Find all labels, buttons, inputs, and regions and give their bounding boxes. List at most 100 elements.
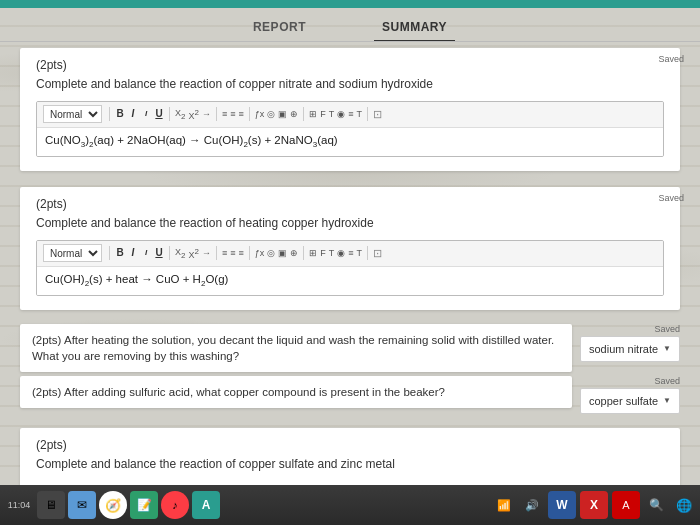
list-btn-1[interactable]: ≡ (347, 109, 354, 119)
dq2-points: (2pts) (32, 386, 61, 398)
editor-1-toolbar: Normal B I I U X2 X2 → ≡ ≡ (37, 102, 663, 128)
text-btn-1[interactable]: T (328, 109, 336, 119)
saved-badge-dq2: Saved (654, 376, 680, 386)
taskbar-acrobat-icon[interactable]: A (612, 491, 640, 519)
embed-btn-1[interactable]: ⊕ (289, 109, 299, 119)
divider-10 (249, 246, 250, 260)
radio-btn-1[interactable]: ◉ (336, 109, 346, 119)
align-center-1[interactable]: ≡ (229, 109, 236, 119)
table-btn-1[interactable]: ⊞ (308, 109, 318, 119)
formula-btn-2[interactable]: ƒx (254, 248, 266, 258)
divider-8 (169, 246, 170, 260)
taskbar-icon-notes[interactable]: 📝 (130, 491, 158, 519)
divider-3 (216, 107, 217, 121)
align-center-2[interactable]: ≡ (229, 248, 236, 258)
nav-tabs: REPORT SUMMARY (0, 8, 700, 42)
divider-11 (303, 246, 304, 260)
align-left-2[interactable]: ≡ (221, 248, 228, 258)
taskbar-search-icon[interactable]: 🔍 (644, 491, 668, 519)
align-left-1[interactable]: ≡ (221, 109, 228, 119)
last-question-box: (2pts) Complete and balance the reaction… (20, 428, 680, 485)
underline-btn-2[interactable]: U (153, 248, 165, 258)
link-btn-1[interactable]: ◎ (266, 109, 276, 119)
taskbar-right: 📶 🔊 W X A 🔍 🌐 (492, 491, 696, 519)
dq1-points: (2pts) (32, 334, 61, 346)
table-group-2: ⊞ F T ◉ ≡ T (308, 248, 363, 258)
table-btn-2[interactable]: ⊞ (308, 248, 318, 258)
superscript-btn-2[interactable]: X2 (187, 247, 199, 260)
list-btn-2[interactable]: ≡ (347, 248, 354, 258)
editor-2-toolbar: Normal B I I U X2 X2 → ≡ ≡ (37, 241, 663, 267)
taskbar-icon-finder[interactable]: 🖥 (37, 491, 65, 519)
taskbar-time: 11:04 (4, 500, 34, 510)
subscript-btn-1[interactable]: X2 (174, 108, 186, 121)
taskbar-x-icon[interactable]: X (580, 491, 608, 519)
subscript-btn-2[interactable]: X2 (174, 247, 186, 260)
misc-group-2: ƒx ◎ ▣ ⊕ (254, 248, 300, 258)
italic-btn-1[interactable]: I (127, 109, 139, 119)
tab-report[interactable]: REPORT (245, 16, 314, 42)
taskbar-wifi-icon[interactable]: 📶 (492, 491, 516, 519)
font-btn-2[interactable]: F (319, 248, 327, 258)
expand-btn-2[interactable]: ⊡ (372, 247, 383, 260)
editor-1-content[interactable]: Cu(NO3)2(aq) + 2NaOH(aq) → Cu(OH)2(s) + … (37, 128, 663, 156)
taskbar-icon-app[interactable]: A (192, 491, 220, 519)
table-group-1: ⊞ F T ◉ ≡ T (308, 109, 363, 119)
taskbar-volume-icon[interactable]: 🔊 (520, 491, 544, 519)
saved-badge-1: Saved (658, 54, 684, 64)
text-btn-2[interactable]: T (328, 248, 336, 258)
radio-btn-2[interactable]: ◉ (336, 248, 346, 258)
style-select-1[interactable]: Normal (43, 105, 102, 123)
misc-group-1: ƒx ◎ ▣ ⊕ (254, 109, 300, 119)
taskbar-word-icon[interactable]: W (548, 491, 576, 519)
embed-btn-2[interactable]: ⊕ (289, 248, 299, 258)
dq1-answer: sodium nitrate (589, 343, 658, 355)
bold-btn-1[interactable]: B (114, 109, 126, 119)
expand-btn-1[interactable]: ⊡ (372, 108, 383, 121)
divider-1 (109, 107, 110, 121)
taskbar-icon-safari[interactable]: 🧭 (99, 491, 127, 519)
align-right-2[interactable]: ≡ (237, 248, 244, 258)
question-2-points: (2pts) (36, 197, 664, 211)
divider-7 (109, 246, 110, 260)
style-select-2[interactable]: Normal (43, 244, 102, 262)
italic2-btn-2[interactable]: I (140, 249, 152, 257)
taskbar-icon-mail[interactable]: ✉ (68, 491, 96, 519)
formula-btn-1[interactable]: ƒx (254, 109, 266, 119)
image-btn-2[interactable]: ▣ (277, 248, 288, 258)
saved-badge-dq1: Saved (654, 324, 680, 334)
taskbar-chrome-icon[interactable]: 🌐 (672, 491, 696, 519)
script-group-2: X2 X2 → (174, 247, 212, 260)
editor-2-content[interactable]: Cu(OH)2(s) + heat → CuO + H2O(g) (37, 267, 663, 295)
italic2-btn-1[interactable]: I (140, 110, 152, 118)
question-1-box: Saved (2pts) Complete and balance the re… (20, 48, 680, 171)
format-group-2: B I I U (114, 248, 165, 258)
arrow-btn-1[interactable]: → (201, 109, 212, 119)
question-2-text: Complete and balance the reaction of hea… (36, 215, 664, 232)
tab-summary[interactable]: SUMMARY (374, 16, 455, 42)
superscript-btn-1[interactable]: X2 (187, 108, 199, 121)
align-group-1: ≡ ≡ ≡ (221, 109, 245, 119)
divider-5 (303, 107, 304, 121)
bold-btn-2[interactable]: B (114, 248, 126, 258)
text2-btn-1[interactable]: T (356, 109, 364, 119)
main-content: REPORT SUMMARY Saved (2pts) Complete and… (0, 8, 700, 485)
font-btn-1[interactable]: F (319, 109, 327, 119)
question-2-box: Saved (2pts) Complete and balance the re… (20, 187, 680, 310)
text2-btn-2[interactable]: T (356, 248, 364, 258)
image-btn-1[interactable]: ▣ (277, 109, 288, 119)
italic-btn-2[interactable]: I (127, 248, 139, 258)
divider-6 (367, 107, 368, 121)
last-question-text: Complete and balance the reaction of cop… (36, 456, 664, 473)
dropdown-question-1-row: (2pts) After heating the solution, you d… (20, 324, 680, 372)
editor-2: Normal B I I U X2 X2 → ≡ ≡ (36, 240, 664, 296)
arrow-btn-2[interactable]: → (201, 248, 212, 258)
dq1-dropdown[interactable]: sodium nitrate ▼ (580, 336, 680, 362)
taskbar-icon-music[interactable]: ♪ (161, 491, 189, 519)
link-btn-2[interactable]: ◎ (266, 248, 276, 258)
align-right-1[interactable]: ≡ (237, 109, 244, 119)
divider-4 (249, 107, 250, 121)
dq2-dropdown[interactable]: copper sulfate ▼ (580, 388, 680, 414)
underline-btn-1[interactable]: U (153, 109, 165, 119)
dq2-answer: copper sulfate (589, 395, 658, 407)
